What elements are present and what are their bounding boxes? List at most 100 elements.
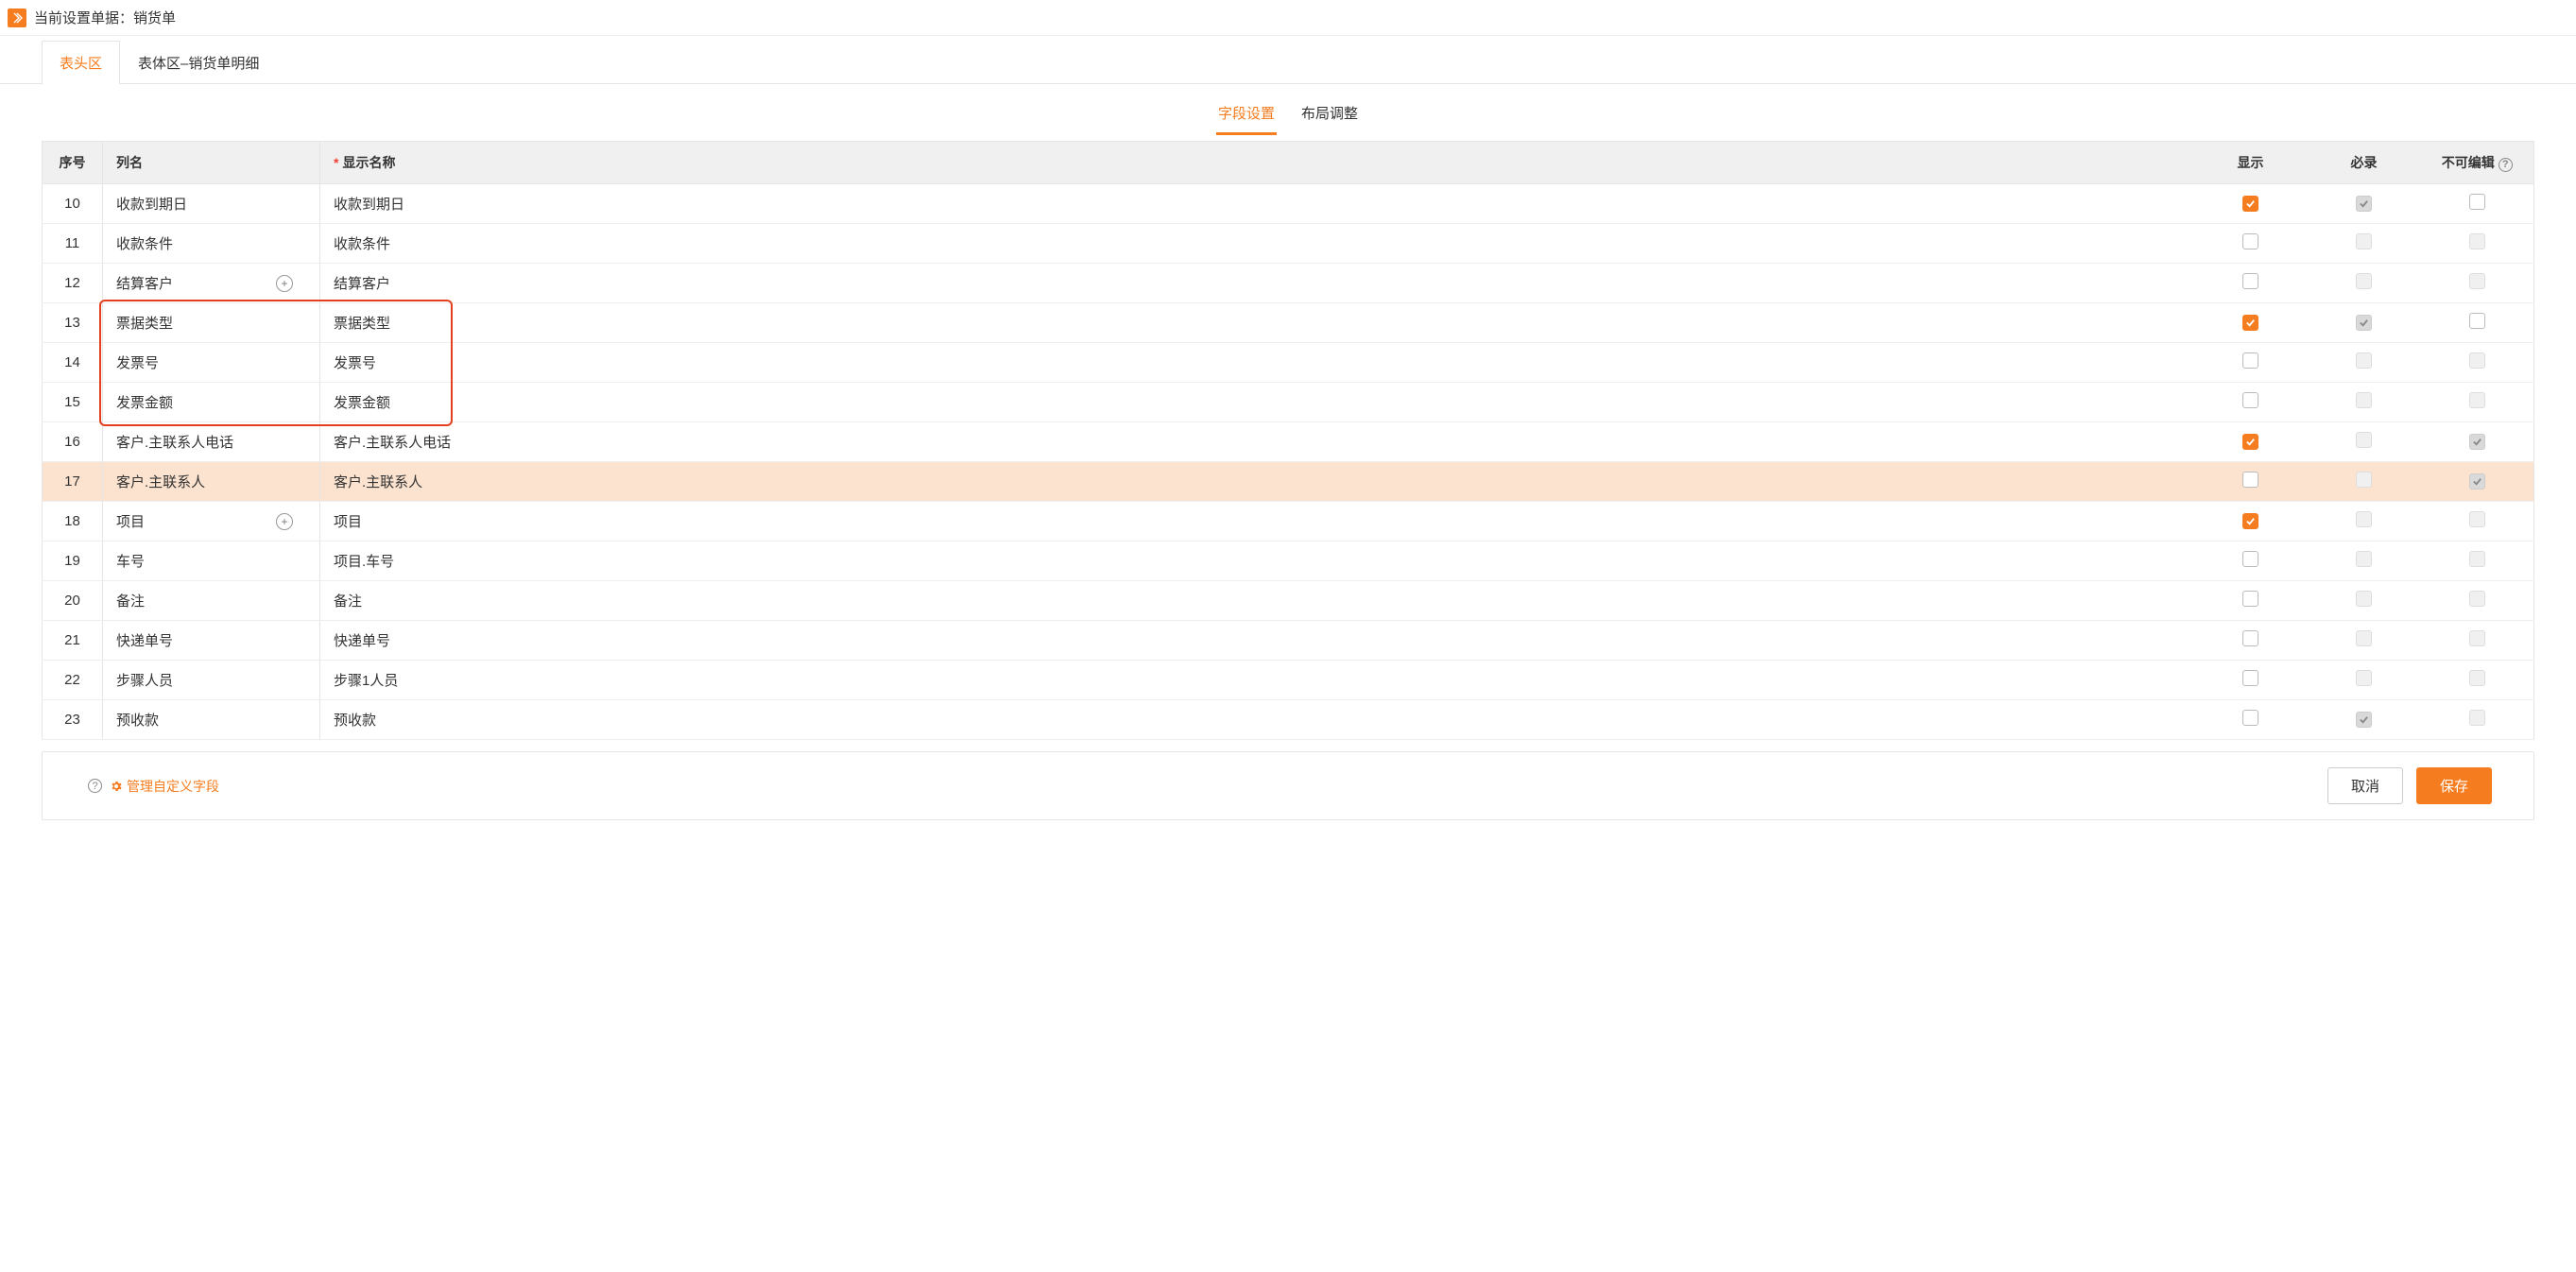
table-row: 10收款到期日收款到期日 bbox=[43, 184, 2534, 224]
readonly-checkbox bbox=[2469, 352, 2485, 369]
manage-custom-fields-link[interactable]: 管理自定义字段 bbox=[110, 777, 219, 796]
field-name-label: 客户.主联系人 bbox=[116, 472, 205, 491]
cell-show bbox=[2194, 224, 2308, 264]
help-icon[interactable]: ? bbox=[2499, 158, 2513, 172]
cell-show bbox=[2194, 422, 2308, 462]
table-row: 22 步骤人员 步骤1人员 bbox=[43, 661, 2534, 700]
cell-name: 收款条件 bbox=[103, 224, 320, 264]
cell-readonly bbox=[2421, 541, 2534, 581]
readonly-checkbox bbox=[2469, 434, 2485, 450]
show-checkbox[interactable] bbox=[2242, 513, 2258, 529]
cell-show bbox=[2194, 700, 2308, 740]
show-checkbox[interactable] bbox=[2242, 630, 2258, 646]
cell-seq: 16 bbox=[43, 422, 103, 462]
cell-display-name[interactable]: 发票号 bbox=[320, 343, 2194, 383]
cell-display-name[interactable]: 客户.主联系人电话 bbox=[320, 422, 2194, 462]
show-checkbox[interactable] bbox=[2242, 591, 2258, 607]
sub-tab-0[interactable]: 字段设置 bbox=[1216, 97, 1277, 135]
cell-display-name[interactable]: 客户.主联系人 bbox=[320, 462, 2194, 502]
required-checkbox bbox=[2356, 432, 2372, 448]
cell-display-name[interactable]: 结算客户 bbox=[320, 264, 2194, 303]
footer-help-icon[interactable]: ? bbox=[88, 779, 102, 793]
cell-show bbox=[2194, 462, 2308, 502]
show-checkbox[interactable] bbox=[2242, 233, 2258, 249]
cell-required bbox=[2308, 462, 2421, 502]
required-checkbox bbox=[2356, 315, 2372, 331]
readonly-checkbox bbox=[2469, 511, 2485, 527]
cell-seq: 19 bbox=[43, 541, 103, 581]
cell-required bbox=[2308, 303, 2421, 343]
show-checkbox[interactable] bbox=[2242, 273, 2258, 289]
cell-name: 收款到期日 bbox=[103, 184, 320, 224]
add-subfield-button[interactable]: + bbox=[276, 513, 293, 530]
show-checkbox[interactable] bbox=[2242, 392, 2258, 408]
th-show: 显示 bbox=[2194, 142, 2308, 184]
cell-required bbox=[2308, 541, 2421, 581]
cell-required bbox=[2308, 224, 2421, 264]
cell-required bbox=[2308, 621, 2421, 661]
cell-seq: 12 bbox=[43, 264, 103, 303]
cell-display-name[interactable]: 预收款 bbox=[320, 700, 2194, 740]
required-checkbox bbox=[2356, 196, 2372, 212]
cell-display-name[interactable]: 备注 bbox=[320, 581, 2194, 621]
cell-display-name[interactable]: 发票金额 bbox=[320, 383, 2194, 422]
cell-seq: 15 bbox=[43, 383, 103, 422]
cell-display-name[interactable]: 收款条件 bbox=[320, 224, 2194, 264]
cell-name: 发票号 bbox=[103, 343, 320, 383]
field-name-label: 备注 bbox=[116, 591, 145, 610]
cell-seq: 18 bbox=[43, 502, 103, 541]
cell-show bbox=[2194, 541, 2308, 581]
add-subfield-button[interactable]: + bbox=[276, 275, 293, 292]
cell-name: 客户.主联系人 bbox=[103, 462, 320, 502]
table-row: 16客户.主联系人电话客户.主联系人电话 bbox=[43, 422, 2534, 462]
cell-seq: 14 bbox=[43, 343, 103, 383]
main-tabs: 表头区表体区–销货单明细 bbox=[0, 40, 2576, 84]
cancel-button[interactable]: 取消 bbox=[2327, 767, 2403, 804]
cell-display-name[interactable]: 项目 bbox=[320, 502, 2194, 541]
show-checkbox[interactable] bbox=[2242, 710, 2258, 726]
main-tab-0[interactable]: 表头区 bbox=[42, 41, 120, 84]
required-checkbox bbox=[2356, 233, 2372, 249]
cell-display-name[interactable]: 票据类型 bbox=[320, 303, 2194, 343]
cell-seq: 22 bbox=[43, 661, 103, 700]
save-button[interactable]: 保存 bbox=[2416, 767, 2492, 804]
header-doc-name: 销货单 bbox=[133, 8, 176, 27]
cell-display-name[interactable]: 快递单号 bbox=[320, 621, 2194, 661]
cell-required bbox=[2308, 700, 2421, 740]
cell-readonly bbox=[2421, 383, 2534, 422]
cell-seq: 21 bbox=[43, 621, 103, 661]
main-tab-1[interactable]: 表体区–销货单明细 bbox=[120, 41, 277, 84]
field-name-label: 步骤人员 bbox=[116, 670, 173, 690]
cell-readonly bbox=[2421, 502, 2534, 541]
show-checkbox[interactable] bbox=[2242, 472, 2258, 488]
required-checkbox bbox=[2356, 630, 2372, 646]
show-checkbox[interactable] bbox=[2242, 196, 2258, 212]
cell-display-name[interactable]: 步骤1人员 bbox=[320, 661, 2194, 700]
show-checkbox[interactable] bbox=[2242, 434, 2258, 450]
th-readonly: 不可编辑? bbox=[2421, 142, 2534, 184]
cell-name: 票据类型 bbox=[103, 303, 320, 343]
readonly-checkbox[interactable] bbox=[2469, 313, 2485, 329]
show-checkbox[interactable] bbox=[2242, 352, 2258, 369]
cell-name: 项目+ bbox=[103, 502, 320, 541]
field-name-label: 结算客户 bbox=[116, 273, 173, 293]
expand-panel-icon[interactable] bbox=[8, 9, 26, 27]
sub-tab-1[interactable]: 布局调整 bbox=[1299, 97, 1360, 135]
cell-readonly bbox=[2421, 621, 2534, 661]
cell-seq: 23 bbox=[43, 700, 103, 740]
cell-display-name[interactable]: 收款到期日 bbox=[320, 184, 2194, 224]
show-checkbox[interactable] bbox=[2242, 551, 2258, 567]
field-name-label: 票据类型 bbox=[116, 313, 173, 333]
show-checkbox[interactable] bbox=[2242, 315, 2258, 331]
cell-display-name[interactable]: 项目.车号 bbox=[320, 541, 2194, 581]
required-checkbox bbox=[2356, 712, 2372, 728]
sub-tabs: 字段设置布局调整 bbox=[0, 84, 2576, 135]
cell-readonly bbox=[2421, 264, 2534, 303]
th-required: 必录 bbox=[2308, 142, 2421, 184]
cell-readonly bbox=[2421, 462, 2534, 502]
readonly-checkbox[interactable] bbox=[2469, 194, 2485, 210]
show-checkbox[interactable] bbox=[2242, 670, 2258, 686]
cell-seq: 11 bbox=[43, 224, 103, 264]
field-name-label: 发票号 bbox=[116, 352, 159, 372]
footer-bar: ? 管理自定义字段 取消 保存 bbox=[42, 751, 2534, 820]
